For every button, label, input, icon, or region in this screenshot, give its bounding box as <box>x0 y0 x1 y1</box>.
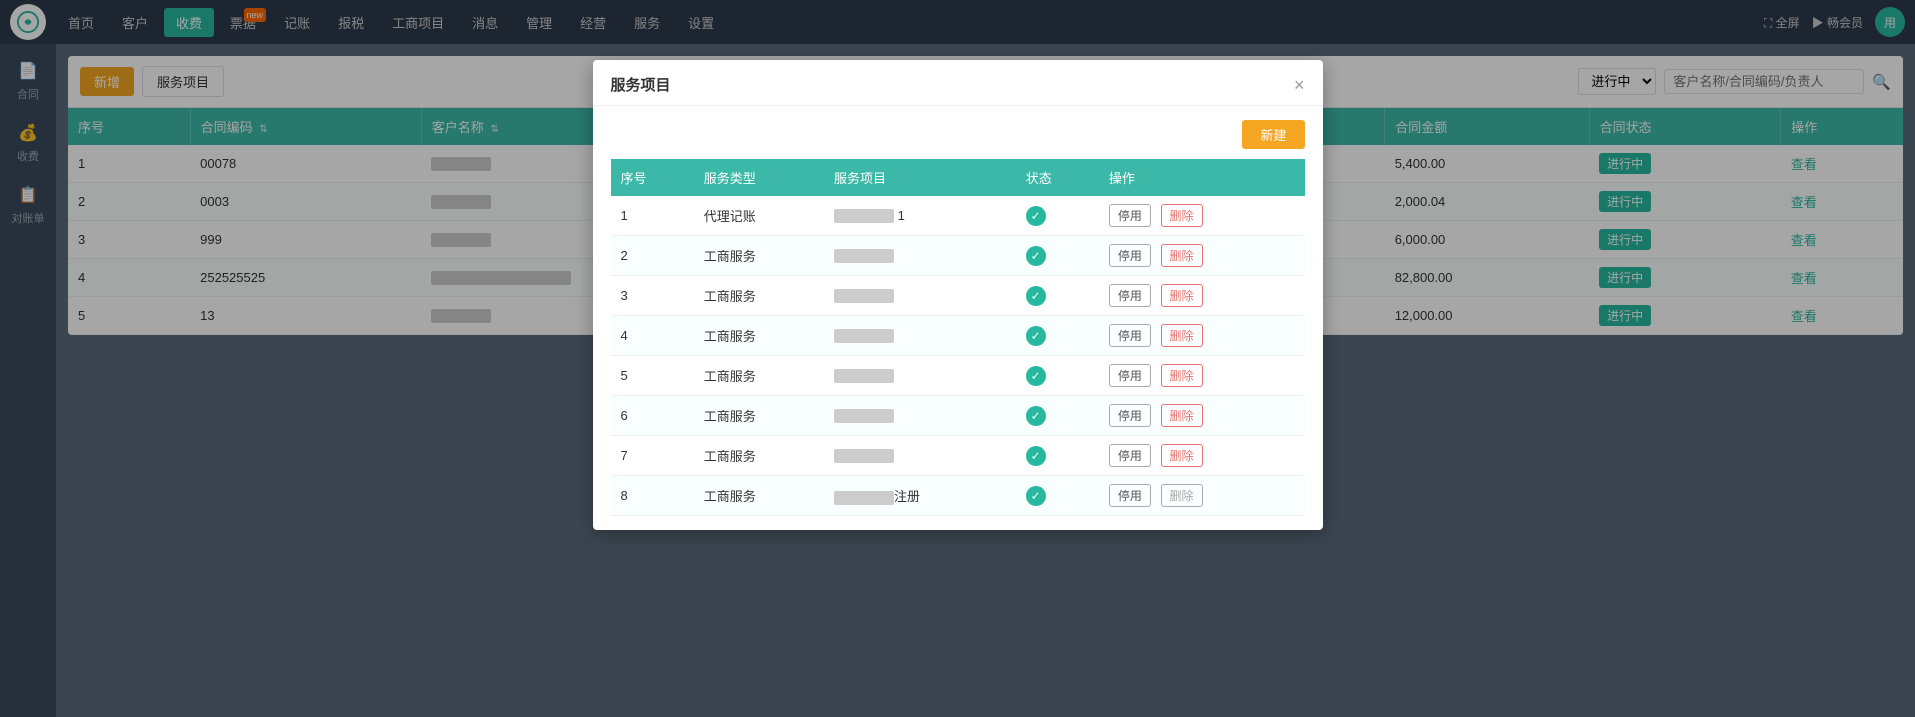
modal-cell-item <box>824 236 1016 276</box>
modal-cell-status: ✓ <box>1016 396 1099 436</box>
status-check-icon: ✓ <box>1026 246 1046 266</box>
modal-cell-item <box>824 316 1016 356</box>
modal-cell-action: 停用 删除 <box>1099 316 1305 356</box>
modal-new-button[interactable]: 新建 <box>1242 120 1304 149</box>
modal-cell-seq: 2 <box>611 236 694 276</box>
modal-cell-item <box>824 356 1016 396</box>
modal-cell-status: ✓ <box>1016 236 1099 276</box>
status-check-icon: ✓ <box>1026 486 1046 506</box>
modal-table-row: 7 工商服务 ✓ 停用 删除 <box>611 436 1305 476</box>
modal-overlay: 服务项目 × 新建 序号 服务类型 服务项目 状态 操作 <box>0 0 1915 717</box>
modal-cell-action: 停用 删除 <box>1099 476 1305 516</box>
stop-button[interactable]: 停用 <box>1109 404 1151 427</box>
modal-col-seq: 序号 <box>611 159 694 196</box>
delete-button[interactable]: 删除 <box>1161 444 1203 467</box>
modal-cell-status: ✓ <box>1016 476 1099 516</box>
stop-button[interactable]: 停用 <box>1109 204 1151 227</box>
modal-cell-seq: 5 <box>611 356 694 396</box>
delete-button[interactable]: 删除 <box>1161 324 1203 347</box>
status-check-icon: ✓ <box>1026 206 1046 226</box>
modal-col-item: 服务项目 <box>824 159 1016 196</box>
modal-title: 服务项目 <box>611 74 671 95</box>
delete-button[interactable]: 删除 <box>1161 244 1203 267</box>
stop-button[interactable]: 停用 <box>1109 244 1151 267</box>
modal-cell-action: 停用 删除 <box>1099 276 1305 316</box>
delete-button[interactable]: 删除 <box>1161 364 1203 387</box>
modal-cell-action: 停用 删除 <box>1099 196 1305 236</box>
modal-table-row: 1 代理记账 1 ✓ 停用 删除 <box>611 196 1305 236</box>
modal-col-type: 服务类型 <box>694 159 824 196</box>
modal-cell-type: 工商服务 <box>694 316 824 356</box>
modal-cell-seq: 6 <box>611 396 694 436</box>
modal-table-row: 5 工商服务 ✓ 停用 删除 <box>611 356 1305 396</box>
modal-cell-seq: 7 <box>611 436 694 476</box>
modal-cell-type: 工商服务 <box>694 276 824 316</box>
delete-button[interactable]: 删除 <box>1161 204 1203 227</box>
modal-cell-type: 工商服务 <box>694 396 824 436</box>
delete-button[interactable]: 删除 <box>1161 404 1203 427</box>
modal-cell-action: 停用 删除 <box>1099 396 1305 436</box>
status-check-icon: ✓ <box>1026 366 1046 386</box>
modal-cell-status: ✓ <box>1016 196 1099 236</box>
status-check-icon: ✓ <box>1026 286 1046 306</box>
modal-cell-type: 代理记账 <box>694 196 824 236</box>
modal-cell-item <box>824 436 1016 476</box>
modal-cell-type: 工商服务 <box>694 436 824 476</box>
modal-cell-item <box>824 276 1016 316</box>
delete-button[interactable]: 删除 <box>1161 284 1203 307</box>
modal-body: 新建 序号 服务类型 服务项目 状态 操作 1 代理记账 <box>593 106 1323 530</box>
modal-cell-item: 1 <box>824 196 1016 236</box>
modal-header: 服务项目 × <box>593 60 1323 106</box>
modal-cell-type: 工商服务 <box>694 356 824 396</box>
stop-button[interactable]: 停用 <box>1109 364 1151 387</box>
modal-close-button[interactable]: × <box>1294 76 1305 94</box>
modal-table-row: 4 工商服务 ✓ 停用 删除 <box>611 316 1305 356</box>
modal-toolbar: 新建 <box>611 120 1305 149</box>
stop-button[interactable]: 停用 <box>1109 284 1151 307</box>
status-check-icon: ✓ <box>1026 326 1046 346</box>
modal-cell-type: 工商服务 <box>694 476 824 516</box>
modal-table-row: 2 工商服务 ✓ 停用 删除 <box>611 236 1305 276</box>
modal-cell-action: 停用 删除 <box>1099 236 1305 276</box>
stop-button[interactable]: 停用 <box>1109 444 1151 467</box>
modal-table-row: 3 工商服务 ✓ 停用 删除 <box>611 276 1305 316</box>
modal-cell-status: ✓ <box>1016 436 1099 476</box>
modal-table-row: 8 工商服务 注册 ✓ 停用 删除 <box>611 476 1305 516</box>
modal-cell-item: 注册 <box>824 476 1016 516</box>
modal-cell-seq: 4 <box>611 316 694 356</box>
modal-cell-seq: 3 <box>611 276 694 316</box>
modal-table: 序号 服务类型 服务项目 状态 操作 1 代理记账 1 ✓ <box>611 159 1305 516</box>
status-check-icon: ✓ <box>1026 446 1046 466</box>
modal-table-row: 6 工商服务 ✓ 停用 删除 <box>611 396 1305 436</box>
modal-col-status: 状态 <box>1016 159 1099 196</box>
modal-cell-action: 停用 删除 <box>1099 436 1305 476</box>
modal-cell-status: ✓ <box>1016 356 1099 396</box>
stop-button[interactable]: 停用 <box>1109 324 1151 347</box>
modal-cell-type: 工商服务 <box>694 236 824 276</box>
status-check-icon: ✓ <box>1026 406 1046 426</box>
modal-cell-item <box>824 396 1016 436</box>
modal-cell-seq: 8 <box>611 476 694 516</box>
delete-button-disabled[interactable]: 删除 <box>1161 484 1203 507</box>
modal-col-action: 操作 <box>1099 159 1305 196</box>
modal-cell-seq: 1 <box>611 196 694 236</box>
modal-cell-action: 停用 删除 <box>1099 356 1305 396</box>
service-item-modal: 服务项目 × 新建 序号 服务类型 服务项目 状态 操作 <box>593 60 1323 530</box>
stop-button[interactable]: 停用 <box>1109 484 1151 507</box>
modal-cell-status: ✓ <box>1016 316 1099 356</box>
modal-cell-status: ✓ <box>1016 276 1099 316</box>
